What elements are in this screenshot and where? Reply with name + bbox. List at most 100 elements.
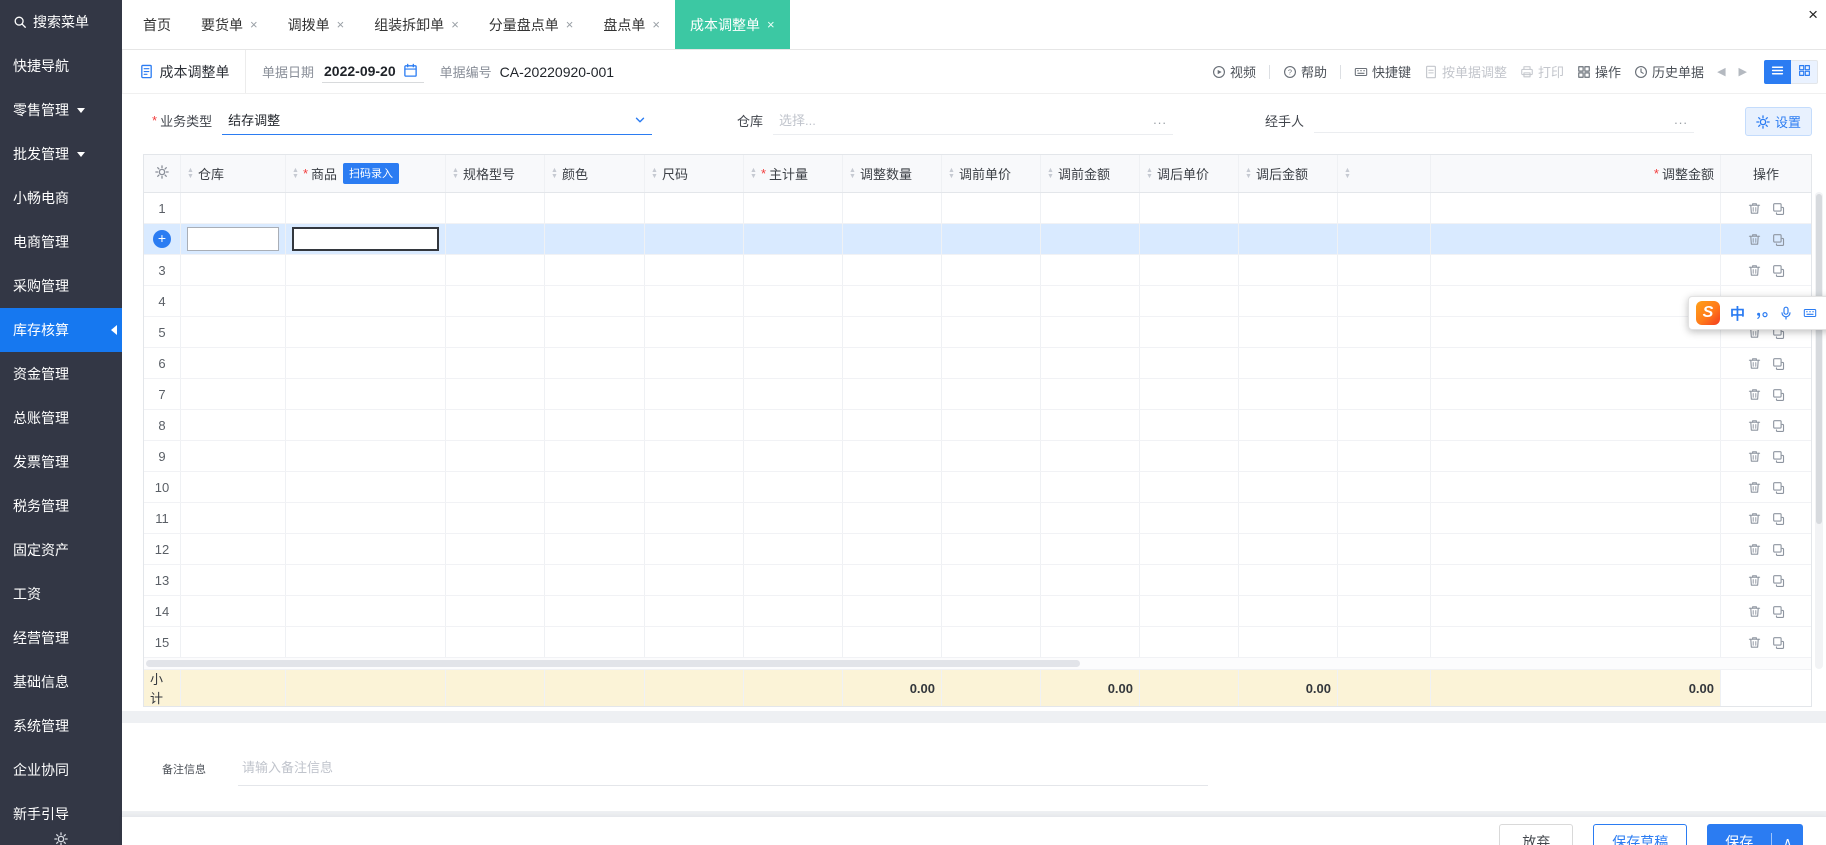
cell-price_after[interactable] [1140,503,1239,533]
cell-unit[interactable] [744,534,843,564]
cell-price_after[interactable] [1140,193,1239,223]
cell-spacer[interactable] [1338,193,1431,223]
sidebar-settings-gear-icon[interactable] [0,832,122,845]
cell-price_after[interactable] [1140,348,1239,378]
cell-price_before[interactable] [942,534,1041,564]
cell-amount_after[interactable] [1239,596,1338,626]
cell-product[interactable] [286,317,446,347]
cell-unit[interactable] [744,379,843,409]
cell-warehouse[interactable] [181,193,286,223]
cell-spacer[interactable] [1338,627,1431,657]
cell-index[interactable]: 9 [144,441,181,471]
cell-amount_after[interactable] [1239,503,1338,533]
delete-row-icon[interactable] [1748,264,1761,277]
cell-size[interactable] [645,224,744,254]
cell-adjust_amount[interactable] [1431,441,1721,471]
product-cell-input[interactable] [292,227,439,251]
cell-price_after[interactable] [1140,317,1239,347]
cell-amount_before[interactable] [1041,503,1140,533]
delete-row-icon[interactable] [1748,202,1761,215]
cell-size[interactable] [645,410,744,440]
cell-spacer[interactable] [1338,596,1431,626]
cell-adjust_amount[interactable] [1431,472,1721,502]
calendar-icon[interactable] [403,63,418,78]
cell-amount_before[interactable] [1041,534,1140,564]
cell-price_before[interactable] [942,224,1041,254]
toolbar-action-hotkeys[interactable]: 快捷键 [1354,62,1411,81]
delete-row-icon[interactable] [1748,636,1761,649]
cell-color[interactable] [545,348,645,378]
cell-warehouse[interactable] [181,317,286,347]
cell-spacer[interactable] [1338,224,1431,254]
cell-adjust_amount[interactable] [1431,193,1721,223]
keyboard-icon[interactable] [1803,306,1817,320]
cell-index[interactable]: 15 [144,627,181,657]
cell-spec[interactable] [446,317,545,347]
cell-amount_after[interactable] [1239,379,1338,409]
cell-product[interactable] [286,379,446,409]
cell-warehouse[interactable] [181,503,286,533]
cell-price_before[interactable] [942,255,1041,285]
chinese-mode-icon[interactable]: 中 [1730,303,1745,324]
cell-spec[interactable] [446,348,545,378]
punctuation-icon[interactable] [1755,306,1769,320]
cell-size[interactable] [645,596,744,626]
grid-row[interactable]: 14 [144,596,1811,627]
cell-warehouse[interactable] [181,596,286,626]
copy-row-icon[interactable] [1772,605,1785,618]
cell-size[interactable] [645,193,744,223]
vertical-scrollbar[interactable] [1815,192,1823,669]
cell-unit[interactable] [744,565,843,595]
cell-warehouse[interactable] [181,255,286,285]
cell-price_before[interactable] [942,441,1041,471]
cell-size[interactable] [645,379,744,409]
sidebar-item-invoice[interactable]: 发票管理 [0,440,122,484]
cell-color[interactable] [545,472,645,502]
cell-qty[interactable] [843,534,942,564]
copy-row-icon[interactable] [1772,419,1785,432]
tab-cost-adjustment[interactable]: 成本调整单 × [674,0,790,49]
cell-adjust_amount[interactable] [1431,379,1721,409]
cell-price_before[interactable] [942,503,1041,533]
cell-unit[interactable] [744,503,843,533]
cell-spacer[interactable] [1338,410,1431,440]
column-header-qty[interactable]: ▲ ▼ 调整数量 [843,155,942,192]
tab-close-icon[interactable]: × [250,18,258,31]
cell-index[interactable]: + [144,224,181,254]
cell-adjust_amount[interactable] [1431,410,1721,440]
cell-amount_before[interactable] [1041,596,1140,626]
cell-price_after[interactable] [1140,565,1239,595]
cell-amount_after[interactable] [1239,317,1338,347]
column-header-amount_before[interactable]: ▲ ▼ 调前金额 [1041,155,1140,192]
cell-price_after[interactable] [1140,379,1239,409]
copy-row-icon[interactable] [1772,512,1785,525]
add-row-icon[interactable]: + [153,230,171,248]
cell-amount_before[interactable] [1041,255,1140,285]
cell-amount_before[interactable] [1041,379,1140,409]
cell-spec[interactable] [446,379,545,409]
copy-row-icon[interactable] [1772,636,1785,649]
cell-warehouse[interactable] [181,348,286,378]
cell-product[interactable] [286,565,446,595]
cell-spec[interactable] [446,472,545,502]
cell-unit[interactable] [744,286,843,316]
cell-price_before[interactable] [942,379,1041,409]
warehouse-cell-input[interactable] [187,227,279,251]
gear-icon[interactable] [155,165,169,182]
sidebar-item-inventory-accounting[interactable]: 库存核算 [0,308,122,352]
cell-size[interactable] [645,441,744,471]
cell-adjust_amount[interactable] [1431,255,1721,285]
column-header-spec[interactable]: ▲ ▼ 规格型号 [446,155,545,192]
cell-size[interactable] [645,627,744,657]
cell-qty[interactable] [843,348,942,378]
cell-spec[interactable] [446,503,545,533]
grid-row[interactable]: 12 [144,534,1811,565]
cell-qty[interactable] [843,441,942,471]
column-header-warehouse[interactable]: ▲ ▼ 仓库 [181,155,286,192]
cell-spacer[interactable] [1338,472,1431,502]
cell-qty[interactable] [843,596,942,626]
sidebar-item-xiaochang-ec[interactable]: 小畅电商 [0,176,122,220]
cell-price_after[interactable] [1140,410,1239,440]
cell-product[interactable] [286,596,446,626]
cell-size[interactable] [645,348,744,378]
